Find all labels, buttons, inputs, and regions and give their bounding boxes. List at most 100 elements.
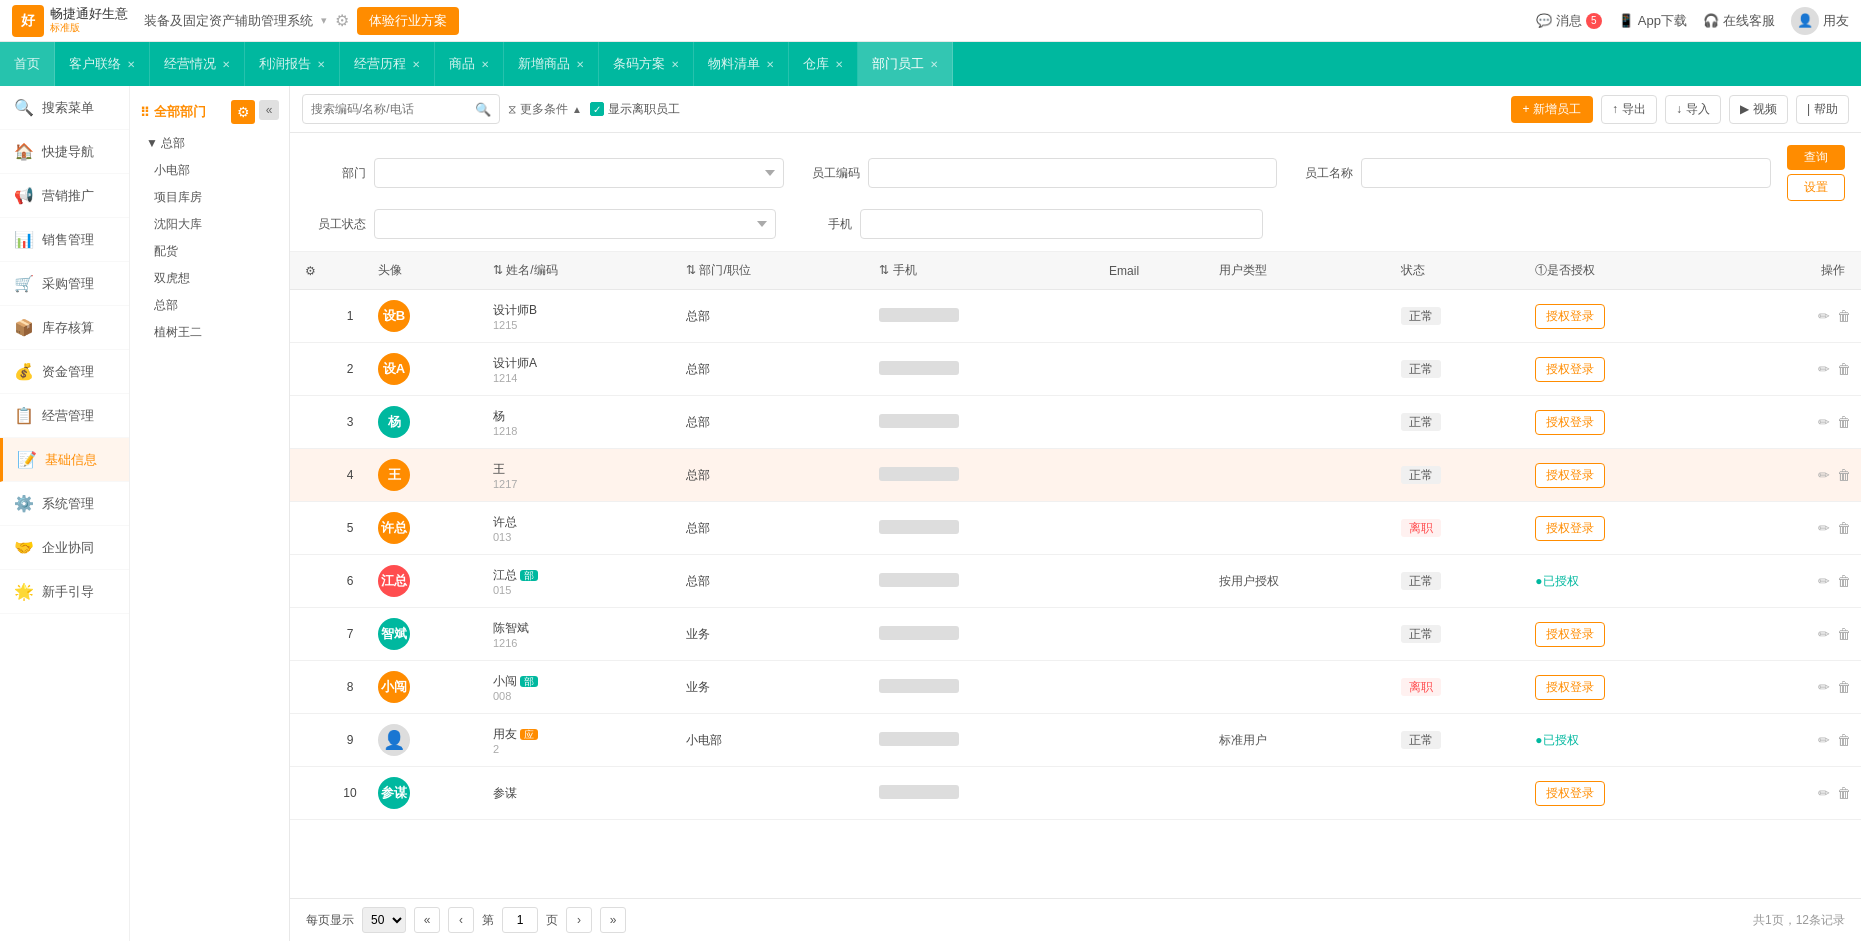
- left-nav-item-资金管理[interactable]: 💰 资金管理: [0, 350, 129, 394]
- nav-tab-仓库[interactable]: 仓库✕: [789, 42, 858, 86]
- export-button[interactable]: ↑ 导出: [1601, 95, 1657, 124]
- edit-btn[interactable]: ✏: [1818, 732, 1830, 748]
- left-nav-item-库存核算[interactable]: 📦 库存核算: [0, 306, 129, 350]
- emp-code-input[interactable]: [868, 158, 1278, 188]
- dept-select[interactable]: [374, 158, 784, 188]
- app-download-item[interactable]: 📱 App下载: [1618, 12, 1687, 30]
- left-nav-item-采购管理[interactable]: 🛒 采购管理: [0, 262, 129, 306]
- edit-btn[interactable]: ✏: [1818, 626, 1830, 642]
- nav-tab-经营情况[interactable]: 经营情况✕: [150, 42, 245, 86]
- help-button[interactable]: | 帮助: [1796, 95, 1849, 124]
- emp-name-input[interactable]: [1361, 158, 1771, 188]
- tree-node-项目库房[interactable]: 项目库房: [130, 184, 289, 211]
- view-button[interactable]: ▶ 视频: [1729, 95, 1788, 124]
- auth-btn[interactable]: 授权登录: [1535, 781, 1605, 806]
- tree-node-总部[interactable]: 总部: [130, 292, 289, 319]
- delete-btn[interactable]: 🗑: [1837, 467, 1851, 483]
- edit-btn[interactable]: ✏: [1818, 467, 1830, 483]
- nav-tab-物料清单[interactable]: 物料清单✕: [694, 42, 789, 86]
- tree-collapse-btn[interactable]: «: [259, 100, 279, 120]
- tree-node-小电部[interactable]: 小电部: [130, 157, 289, 184]
- filter-btn[interactable]: ⧖ 更多条件 ▲: [508, 101, 582, 118]
- auth-btn[interactable]: 授权登录: [1535, 357, 1605, 382]
- left-nav-item-搜索菜单[interactable]: 🔍 搜索菜单: [0, 86, 129, 130]
- nav-tab-利润报告[interactable]: 利润报告✕: [245, 42, 340, 86]
- last-page-btn[interactable]: »: [600, 907, 626, 933]
- online-service-item[interactable]: 🎧 在线客服: [1703, 12, 1775, 30]
- left-nav-item-基础信息[interactable]: 📝 基础信息: [0, 438, 129, 482]
- delete-btn[interactable]: 🗑: [1837, 520, 1851, 536]
- edit-btn[interactable]: ✏: [1818, 414, 1830, 430]
- trial-button[interactable]: 体验行业方案: [357, 7, 459, 35]
- edit-btn[interactable]: ✏: [1818, 573, 1830, 589]
- auth-btn[interactable]: 授权登录: [1535, 410, 1605, 435]
- nav-tab-close[interactable]: ✕: [481, 59, 489, 70]
- first-page-btn[interactable]: «: [414, 907, 440, 933]
- delete-btn[interactable]: 🗑: [1837, 679, 1851, 695]
- left-nav-item-系统管理[interactable]: ⚙️ 系统管理: [0, 482, 129, 526]
- tree-node-植树王二[interactable]: 植树王二: [130, 319, 289, 346]
- th-phone[interactable]: ⇅ 手机: [871, 252, 1101, 290]
- left-nav-item-新手引导[interactable]: 🌟 新手引导: [0, 570, 129, 614]
- nav-tab-close[interactable]: ✕: [412, 59, 420, 70]
- nav-tab-条码方案[interactable]: 条码方案✕: [599, 42, 694, 86]
- delete-btn[interactable]: 🗑: [1837, 308, 1851, 324]
- edit-btn[interactable]: ✏: [1818, 361, 1830, 377]
- edit-btn[interactable]: ✏: [1818, 308, 1830, 324]
- import-button[interactable]: ↓ 导入: [1665, 95, 1721, 124]
- th-setting[interactable]: ⚙: [290, 252, 330, 290]
- emp-status-select[interactable]: [374, 209, 776, 239]
- nav-tab-close[interactable]: ✕: [766, 59, 774, 70]
- left-nav-item-经营管理[interactable]: 📋 经营管理: [0, 394, 129, 438]
- set-button[interactable]: 设置: [1787, 174, 1845, 201]
- tree-setting-btn[interactable]: ⚙: [231, 100, 255, 124]
- th-name[interactable]: ⇅ 姓名/编码: [485, 252, 678, 290]
- nav-tab-close[interactable]: ✕: [671, 59, 679, 70]
- nav-tab-close[interactable]: ✕: [930, 59, 938, 70]
- auth-btn[interactable]: 授权登录: [1535, 622, 1605, 647]
- gear-icon[interactable]: ⚙: [335, 11, 349, 30]
- tree-node-总部[interactable]: ▼ 总部: [130, 130, 289, 157]
- left-nav-item-企业协同[interactable]: 🤝 企业协同: [0, 526, 129, 570]
- nav-tab-close[interactable]: ✕: [576, 59, 584, 70]
- auth-btn[interactable]: 授权登录: [1535, 675, 1605, 700]
- tree-node-沈阳大库[interactable]: 沈阳大库: [130, 211, 289, 238]
- show-all-checkbox[interactable]: ✓ 显示离职员工: [590, 101, 680, 118]
- search-input[interactable]: [311, 102, 471, 116]
- tree-node-双虎想[interactable]: 双虎想: [130, 265, 289, 292]
- nav-tab-close[interactable]: ✕: [835, 59, 843, 70]
- left-nav-item-快捷导航[interactable]: 🏠 快捷导航: [0, 130, 129, 174]
- left-nav-item-销售管理[interactable]: 📊 销售管理: [0, 218, 129, 262]
- nav-tab-经营历程[interactable]: 经营历程✕: [340, 42, 435, 86]
- message-item[interactable]: 💬 消息 5: [1536, 12, 1602, 30]
- auth-btn[interactable]: 授权登录: [1535, 463, 1605, 488]
- prev-page-btn[interactable]: ‹: [448, 907, 474, 933]
- delete-btn[interactable]: 🗑: [1837, 361, 1851, 377]
- delete-btn[interactable]: 🗑: [1837, 573, 1851, 589]
- auth-btn[interactable]: 授权登录: [1535, 516, 1605, 541]
- search-button[interactable]: 查询: [1787, 145, 1845, 170]
- next-page-btn[interactable]: ›: [566, 907, 592, 933]
- nav-tab-close[interactable]: ✕: [317, 59, 325, 70]
- tree-node-配货[interactable]: 配货: [130, 238, 289, 265]
- auth-btn[interactable]: 授权登录: [1535, 304, 1605, 329]
- delete-btn[interactable]: 🗑: [1837, 732, 1851, 748]
- delete-btn[interactable]: 🗑: [1837, 414, 1851, 430]
- phone-input[interactable]: [860, 209, 1262, 239]
- system-dropdown-icon[interactable]: ▾: [321, 14, 327, 27]
- left-nav-item-营销推广[interactable]: 📢 营销推广: [0, 174, 129, 218]
- nav-tab-首页[interactable]: 首页: [0, 42, 55, 86]
- nav-tab-部门员工[interactable]: 部门员工✕: [858, 42, 953, 86]
- edit-btn[interactable]: ✏: [1818, 679, 1830, 695]
- nav-tab-客户联络[interactable]: 客户联络✕: [55, 42, 150, 86]
- th-dept[interactable]: ⇅ 部门/职位: [678, 252, 871, 290]
- nav-tab-close[interactable]: ✕: [222, 59, 230, 70]
- nav-tab-新增商品[interactable]: 新增商品✕: [504, 42, 599, 86]
- per-page-select[interactable]: 50: [362, 907, 406, 933]
- delete-btn[interactable]: 🗑: [1837, 626, 1851, 642]
- user-item[interactable]: 👤 用友: [1791, 7, 1849, 35]
- page-input[interactable]: [502, 907, 538, 933]
- add-employee-button[interactable]: + 新增员工: [1511, 96, 1593, 123]
- edit-btn[interactable]: ✏: [1818, 520, 1830, 536]
- nav-tab-商品[interactable]: 商品✕: [435, 42, 504, 86]
